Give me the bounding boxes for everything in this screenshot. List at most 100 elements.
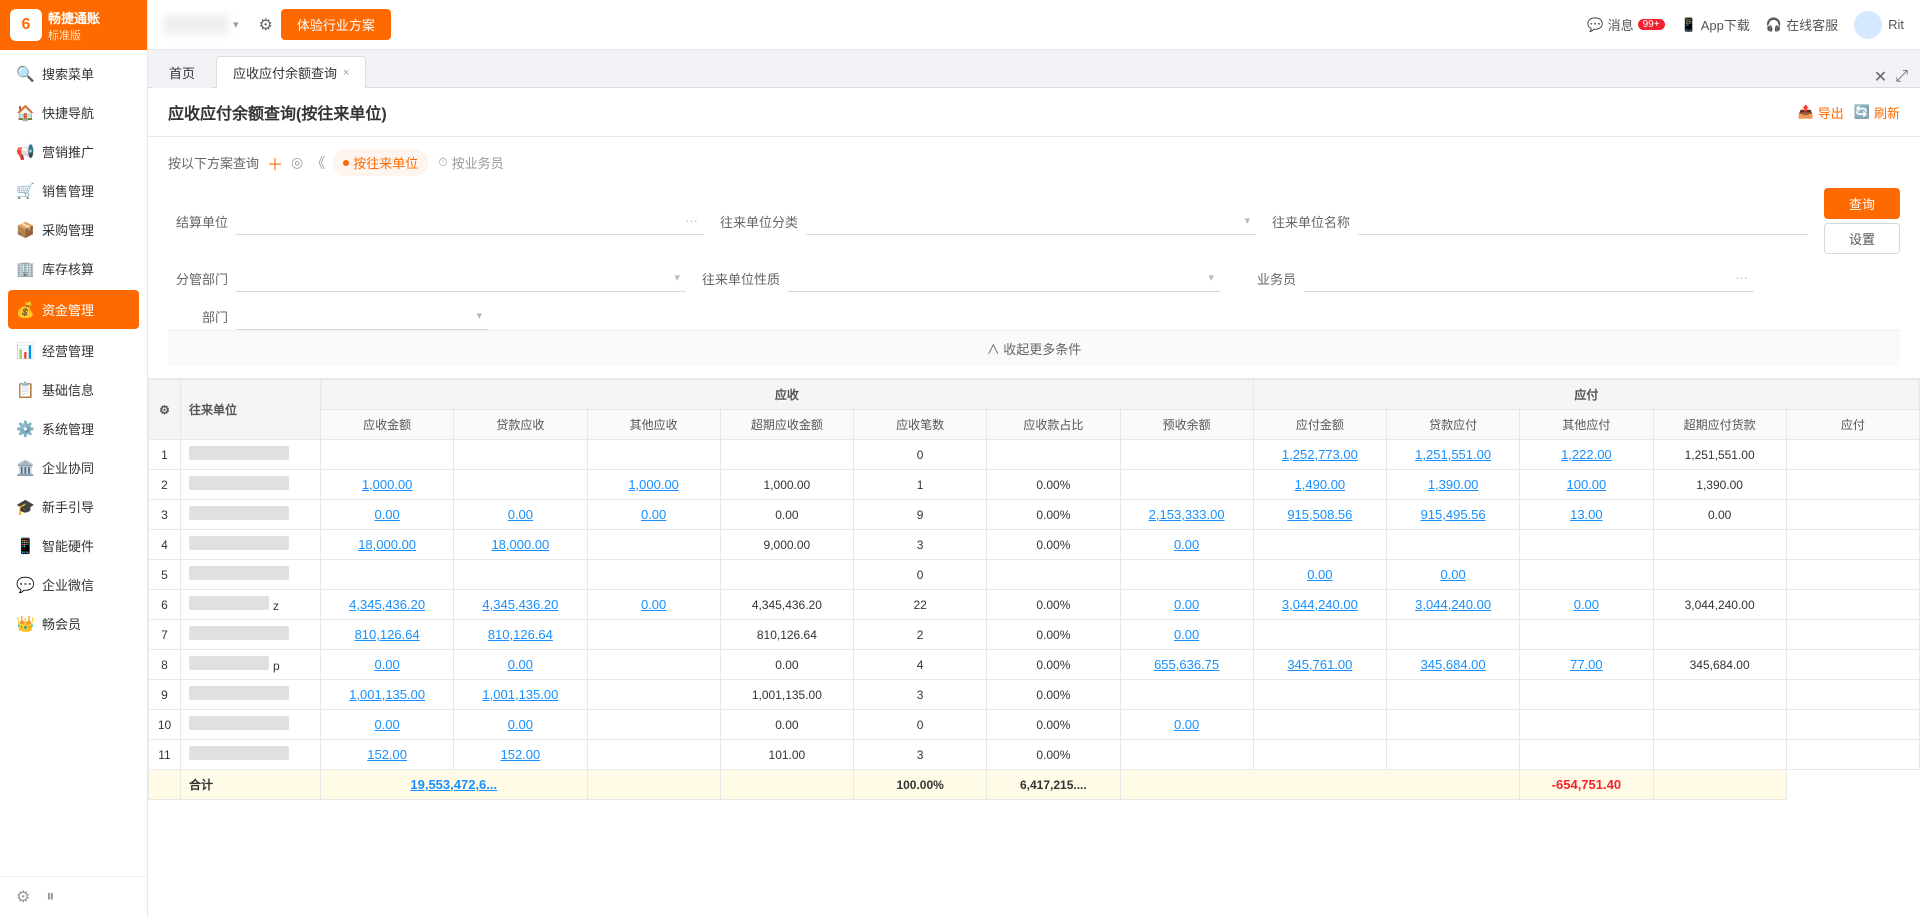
footer-label: 合计: [181, 770, 321, 800]
sidebar-item-basic[interactable]: 📋 基础信息: [0, 370, 147, 409]
sidebar-item-label: 基础信息: [42, 380, 94, 399]
table-row: 101,252,773.001,251,551.001,222.001,251,…: [149, 440, 1920, 470]
marketing-icon: 📢: [16, 143, 34, 161]
table-sub-header: 应收金额 贷款应收 其他应收 超期应收金额 应收笔数 应收款占比 预收余额 应付…: [149, 410, 1920, 440]
footer-ar-empty1: [587, 770, 720, 800]
ap-tail-header: 应付: [1786, 410, 1919, 440]
sidebar-item-sales[interactable]: 🛒 销售管理: [0, 171, 147, 210]
filter-label: 按以下方案查询: [168, 153, 259, 172]
message-icon: 💬: [1587, 17, 1603, 33]
dept-manager-label: 分管部门: [168, 269, 228, 288]
sidebar-item-hardware[interactable]: 📱 智能硬件: [0, 526, 147, 565]
breadcrumb: 某企业名称 ▾: [164, 15, 239, 34]
sidebar-item-operations[interactable]: 📊 经营管理: [0, 331, 147, 370]
sidebar-item-label: 企业微信: [42, 575, 94, 594]
page-title-row: 应收应付余额查询(按往来单位) 📤 导出 🔄 刷新: [168, 100, 1900, 124]
table-row: 500.000.00: [149, 560, 1920, 590]
footer-row: 合计 19,553,472,6... 100.00% 6,417,215....…: [149, 770, 1920, 800]
table-row: 11152.00152.00101.0030.00%: [149, 740, 1920, 770]
filter-group-salesperson: 业务员 ···: [1236, 264, 1754, 292]
topbar-gear-icon[interactable]: ⚙: [259, 15, 273, 35]
ar-pct-header: 应收款占比: [987, 410, 1120, 440]
settings-icon[interactable]: ⚙: [16, 887, 30, 907]
user-info[interactable]: Rit: [1854, 11, 1904, 39]
category-input[interactable]: ▾: [806, 207, 1256, 235]
messages-btn[interactable]: 💬 消息 99+: [1587, 15, 1664, 34]
settings-btn[interactable]: 设置: [1824, 223, 1900, 254]
refresh-btn[interactable]: 🔄 刷新: [1854, 103, 1900, 122]
logo-text: 畅捷通账 标准版: [48, 8, 100, 43]
nature-label: 往来单位性质: [702, 269, 780, 288]
app-name: 畅捷通账: [48, 8, 100, 27]
filter-settings-icon[interactable]: ◎: [291, 154, 303, 171]
breadcrumb-chevron-icon[interactable]: ▾: [233, 18, 239, 31]
ap-other-header: 其他应付: [1520, 410, 1653, 440]
scheme-staff-icon: ⏱: [438, 155, 447, 170]
partner-name-input[interactable]: [1358, 207, 1808, 235]
tab-home-label: 首页: [169, 63, 195, 82]
operations-icon: 📊: [16, 342, 34, 360]
wechat-icon: 💬: [16, 576, 34, 594]
footer-index: [149, 770, 181, 800]
dept-manager-input[interactable]: ▾: [236, 264, 686, 292]
hardware-icon: 📱: [16, 537, 34, 555]
data-table: ⚙ 往来单位 应收 应付 应收金额 贷款应收 其他应收 超期应收金额 应收笔数 …: [148, 379, 1920, 800]
scheme-by-partner-btn[interactable]: 按往来单位: [333, 149, 428, 176]
collapse-more-btn[interactable]: ∧ 收起更多条件: [168, 330, 1900, 366]
ar-prepay-header: 预收余额: [1120, 410, 1253, 440]
footer-ar-empty2: [720, 770, 853, 800]
sidebar-item-guide[interactable]: 🎓 新手引导: [0, 487, 147, 526]
company-name: 某企业名称: [164, 15, 229, 34]
tab-receivable-payable[interactable]: 应收应付余额查询 ×: [216, 56, 366, 88]
nature-input[interactable]: ▾: [788, 264, 1220, 292]
guide-icon: 🎓: [16, 498, 34, 516]
support-icon: 🎧: [1766, 17, 1782, 33]
table-row: 6z4,345,436.204,345,436.200.004,345,436.…: [149, 590, 1920, 620]
salesperson-input[interactable]: ···: [1304, 264, 1754, 292]
filter-collapse-icon[interactable]: 《: [311, 153, 325, 173]
config-col-header[interactable]: ⚙: [149, 380, 181, 440]
ar-overdue-header: 超期应收金额: [720, 410, 853, 440]
support-btn[interactable]: 🎧 在线客服: [1766, 15, 1838, 34]
ar-other-header: 其他应收: [587, 410, 720, 440]
sidebar: 6 畅捷通账 标准版 🔍 搜索菜单 🏠 快捷导航 📢 营销推广 🛒 销售管理 📦…: [0, 0, 148, 917]
window-maximize-icon[interactable]: ⤢: [1895, 68, 1908, 86]
download-btn[interactable]: 📱 App下载: [1681, 15, 1750, 34]
table-row: 418,000.0018,000.009,000.0030.00%0.00: [149, 530, 1920, 560]
query-btn[interactable]: 查询: [1824, 188, 1900, 219]
collapse-icon[interactable]: ⏸: [46, 888, 54, 906]
filter-add-icon[interactable]: ＋: [267, 151, 283, 175]
sidebar-item-inventory[interactable]: 🏢 库存核算: [0, 249, 147, 288]
filter-row-2: 分管部门 ▾ 往来单位性质 ▾ 业务员: [168, 264, 1900, 292]
footer-ar-prepay: 6,417,215....: [987, 770, 1120, 800]
salesperson-dots-icon: ···: [1735, 270, 1748, 285]
category-label: 往来单位分类: [720, 212, 798, 231]
tab-close-icon[interactable]: ×: [343, 67, 349, 79]
filter-area: 按以下方案查询 ＋ ◎ 《 按往来单位 ⏱ 按业务员 结算单位: [148, 137, 1920, 379]
search-icon: 🔍: [16, 65, 34, 83]
scheme-by-staff-btn[interactable]: ⏱ 按业务员: [428, 149, 513, 176]
topbar-actions: ⚙ 体验行业方案: [259, 9, 391, 40]
partner-name-label: 往来单位名称: [1272, 212, 1350, 231]
sidebar-item-purchase[interactable]: 📦 采购管理: [0, 210, 147, 249]
tabbar-window-controls: ✕ ⤢: [1874, 67, 1920, 87]
export-btn[interactable]: 📤 导出: [1798, 103, 1844, 122]
sidebar-item-wechat[interactable]: 💬 企业微信: [0, 565, 147, 604]
sidebar-item-marketing[interactable]: 📢 营销推广: [0, 132, 147, 171]
sidebar-item-capital[interactable]: 💰 资金管理: [8, 290, 139, 329]
dept-input[interactable]: ▾: [236, 302, 488, 330]
sidebar-item-search[interactable]: 🔍 搜索菜单: [0, 54, 147, 93]
jiesuan-input[interactable]: ···: [236, 207, 704, 235]
sidebar-item-quicknav[interactable]: 🏠 快捷导航: [0, 93, 147, 132]
sidebar-item-member[interactable]: 👑 畅会员: [0, 604, 147, 643]
sidebar-item-corp[interactable]: 🏛️ 企业协同: [0, 448, 147, 487]
support-label: 在线客服: [1786, 15, 1838, 34]
window-close-icon[interactable]: ✕: [1874, 67, 1887, 87]
app-edition: 标准版: [48, 27, 100, 43]
sidebar-item-system[interactable]: ⚙️ 系统管理: [0, 409, 147, 448]
trial-btn[interactable]: 体验行业方案: [281, 9, 391, 40]
table-area[interactable]: ⚙ 往来单位 应收 应付 应收金额 贷款应收 其他应收 超期应收金额 应收笔数 …: [148, 379, 1920, 917]
filter-group-category: 往来单位分类 ▾: [720, 207, 1256, 235]
tab-home[interactable]: 首页: [152, 56, 212, 88]
page-header: 应收应付余额查询(按往来单位) 📤 导出 🔄 刷新: [148, 88, 1920, 137]
